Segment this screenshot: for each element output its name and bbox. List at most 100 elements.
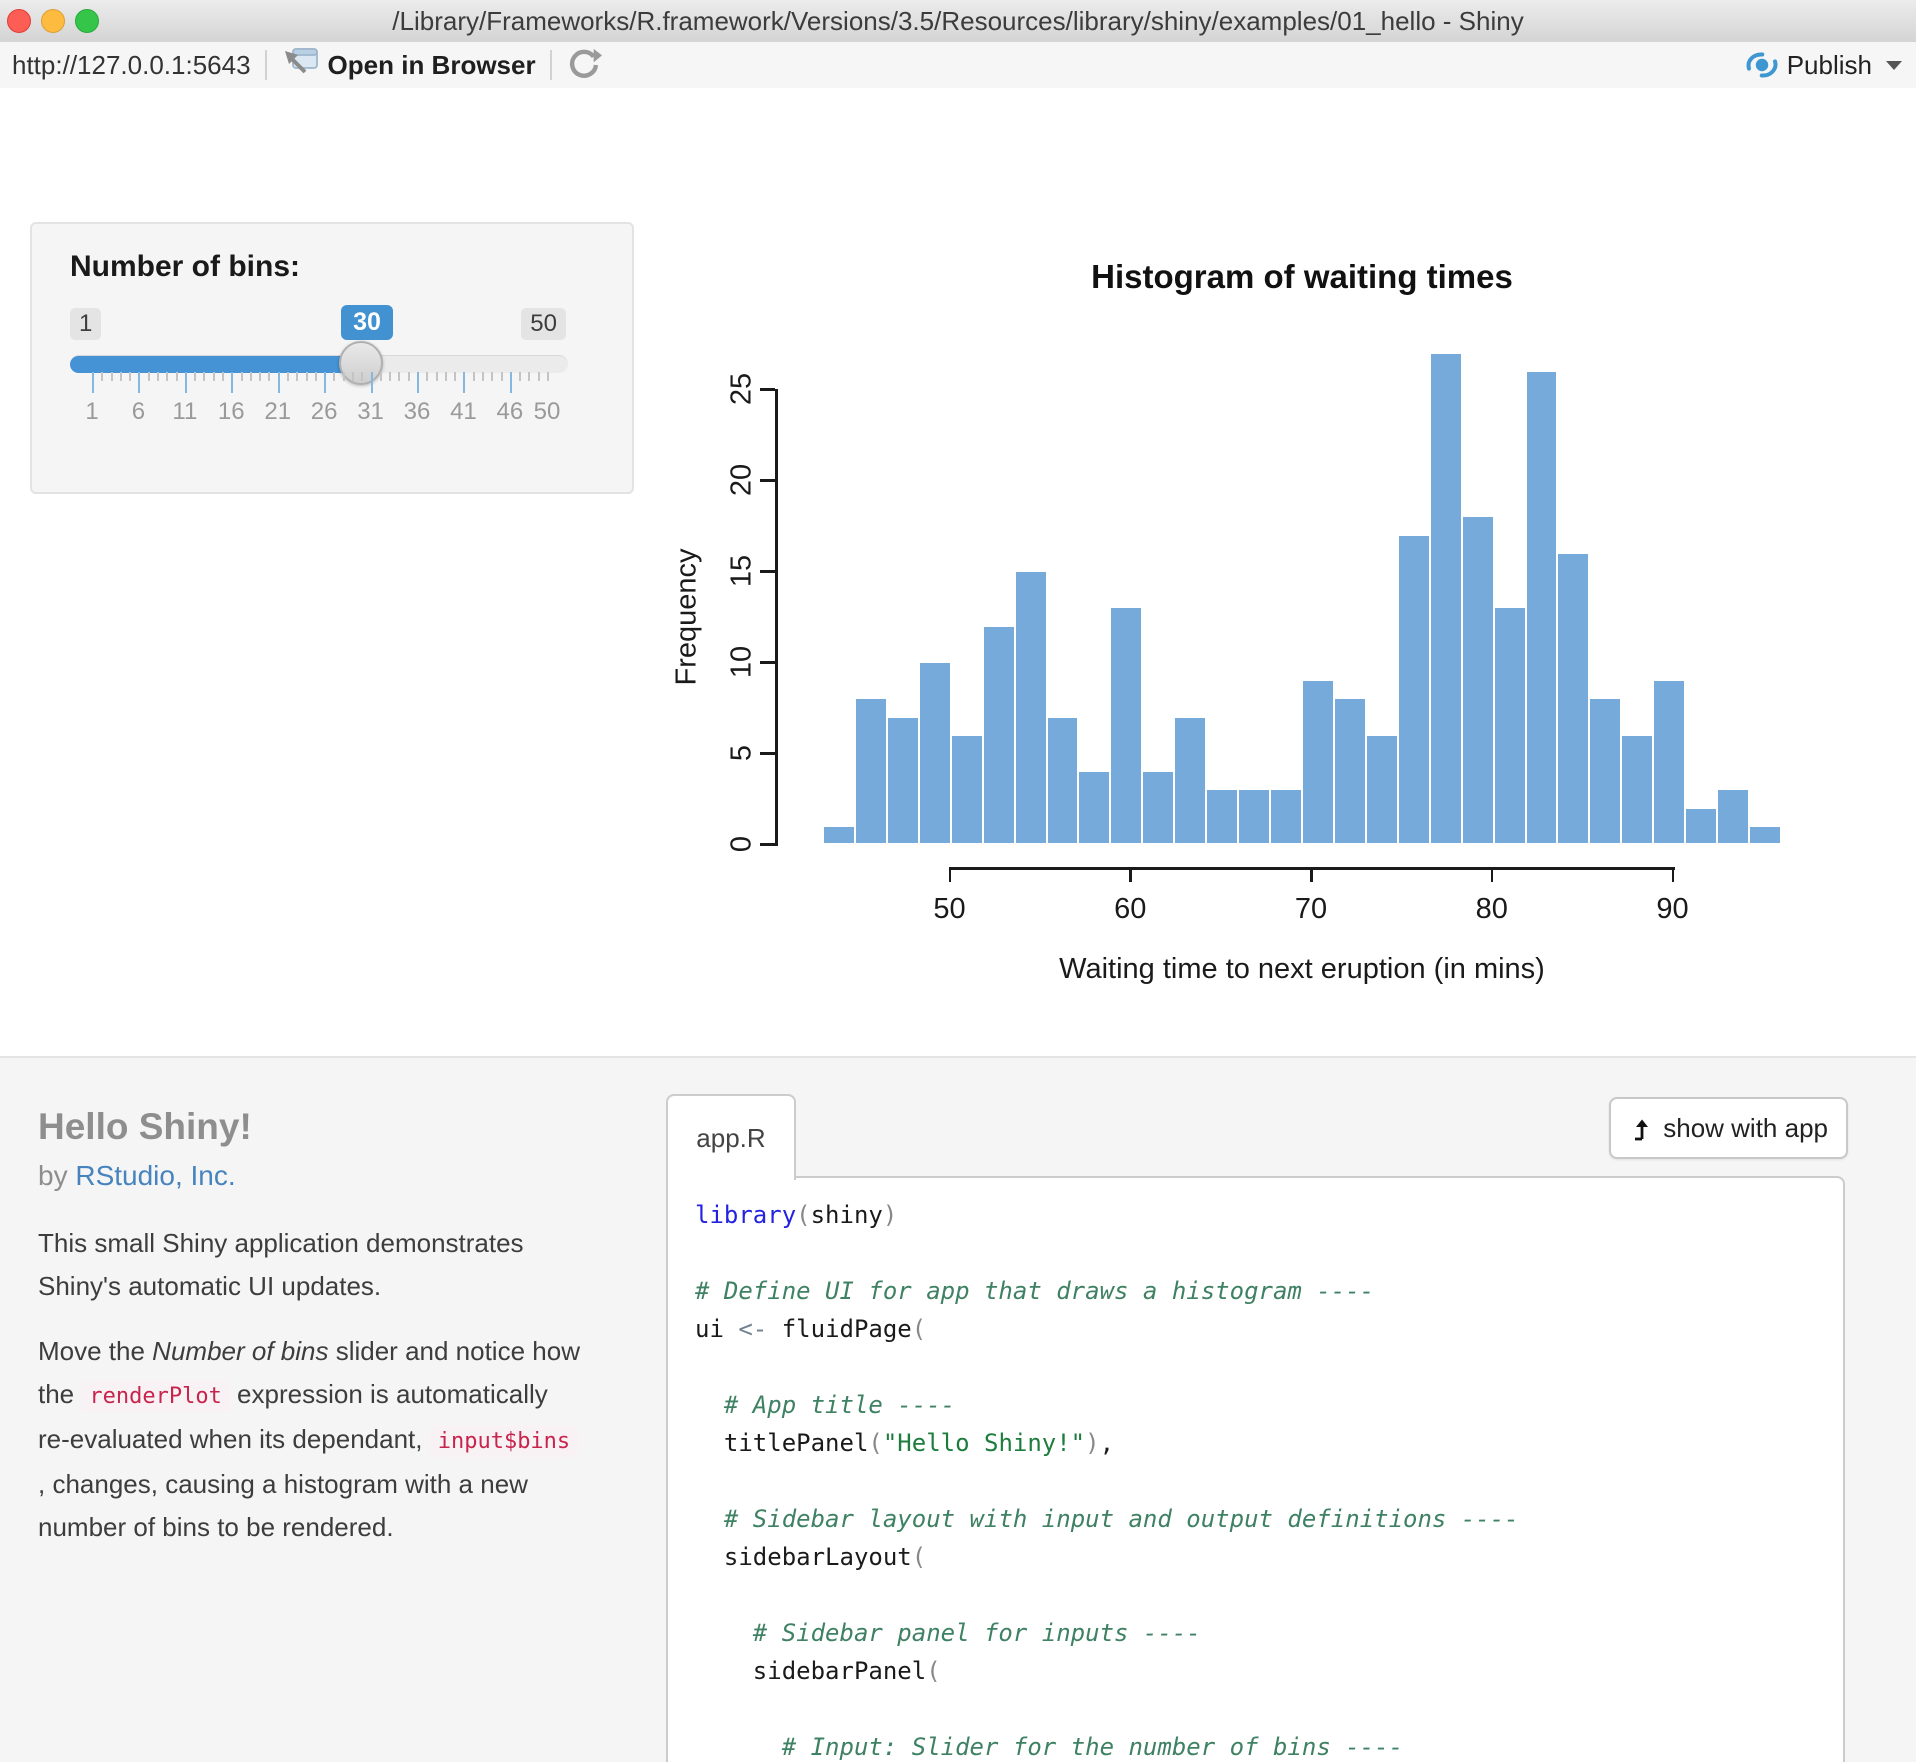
tab-app-r[interactable]: app.R (666, 1094, 796, 1180)
show-with-app-label: show with app (1663, 1112, 1828, 1143)
slider-tick-label: 46 (496, 398, 524, 425)
byline-prefix: by (38, 1160, 76, 1191)
slider-tick (324, 372, 327, 393)
slider-tick (129, 372, 132, 381)
slider-tick-label: 1 (85, 398, 99, 425)
toolbar-separator (264, 50, 267, 80)
slider-tick (352, 372, 354, 381)
publish-icon (1745, 48, 1779, 82)
slider-tick (296, 372, 299, 381)
slider-tick (361, 372, 364, 381)
slider-value-label: 30 (341, 305, 393, 340)
slider-tick (379, 372, 382, 381)
slider-filled-track (70, 356, 361, 373)
publish-dropdown-caret-icon[interactable] (1886, 60, 1902, 70)
slider-tick (119, 372, 122, 381)
code-token-cm: # App title ---- (723, 1391, 956, 1419)
slider-tick (157, 372, 159, 381)
code-token-p: ) (1085, 1429, 1100, 1457)
slider-tick (305, 372, 308, 381)
slider-tick (259, 372, 262, 381)
code-token-pl: , (1099, 1429, 1115, 1457)
slider-tick (184, 372, 187, 393)
slider-label: Number of bins: (70, 250, 300, 283)
code-token-p: ( (911, 1543, 927, 1571)
refresh-icon[interactable] (566, 47, 602, 83)
slider-track[interactable] (70, 355, 568, 373)
slider-tick (268, 372, 271, 381)
slider-tick-grid: 1 6 11 16 21 26 31 36 41 46 50 (85, 372, 560, 442)
code-token-p: ( (911, 1315, 927, 1343)
slider-tick (454, 372, 457, 381)
slider-tick (435, 372, 438, 381)
code-token-p: ( (796, 1201, 811, 1229)
slider-tick (212, 372, 215, 381)
code-line: # App title ---- (695, 1386, 1843, 1424)
slider-tick (92, 372, 94, 393)
slider-tick (463, 372, 466, 393)
slider-tick (277, 372, 280, 393)
code-line: # Input: Slider for the number of bins -… (695, 1728, 1843, 1762)
slider-tick (370, 372, 373, 393)
slider-tick (240, 372, 243, 381)
slider-tick (500, 372, 503, 381)
slider-tick (519, 372, 522, 381)
slider-tick-label: 21 (264, 398, 292, 425)
description-paragraph: This small Shiny application demonstrate… (38, 1228, 524, 1301)
slider-tick (342, 372, 345, 381)
paragraph-text: , changes, causing a histogram with a ne… (38, 1469, 528, 1542)
publish-button[interactable]: Publish (1745, 42, 1902, 88)
slider-tick (110, 372, 113, 381)
code-token-p: ( (868, 1429, 883, 1457)
slider-tick-label: 11 (172, 398, 198, 425)
slider-tick-label: 41 (450, 398, 477, 425)
code-line: titlePanel("Hello Shiny!"), (695, 1424, 1843, 1462)
slider-tick (407, 372, 410, 381)
code-line: # Sidebar panel for inputs ---- (695, 1614, 1843, 1652)
code-token-pl: titlePanel (695, 1429, 869, 1457)
code-line: sidebarLayout( (695, 1538, 1843, 1576)
slider-max-label: 50 (521, 308, 566, 340)
slider-tick (147, 372, 150, 381)
code-token-cm: # Define UI for app that draws a histogr… (695, 1277, 1375, 1305)
code-token-pl: shiny (810, 1201, 883, 1229)
slider-tick (138, 372, 141, 393)
code-token-pl: ui (695, 1315, 739, 1343)
description-paragraph: Move the Number of bins slider and notic… (38, 1330, 586, 1549)
code-token-op: <- (738, 1315, 768, 1343)
code-token-p: ) (882, 1201, 898, 1229)
url-text: http://127.0.0.1:5643 (12, 49, 251, 80)
slider-tick (287, 372, 289, 381)
paragraph-text: Move the (38, 1336, 153, 1366)
slider-tick-label: 50 (533, 398, 561, 425)
slider-tick (249, 372, 252, 381)
showcase-title: Hello Shiny! (38, 1106, 252, 1147)
author-link[interactable]: RStudio, Inc. (75, 1160, 235, 1191)
slider-tick (231, 372, 234, 393)
viewer-toolbar: http://127.0.0.1:5643 Open in Browser Pu… (0, 42, 1916, 89)
show-with-app-button[interactable]: show with app (1609, 1097, 1848, 1159)
code-token-st: "Hello Shiny!" (882, 1429, 1086, 1457)
open-in-browser-button[interactable]: Open in Browser (281, 46, 536, 85)
slider-tick (426, 372, 429, 381)
slider-tick (194, 372, 197, 381)
inline-code: input$bins (429, 1426, 579, 1457)
window-titlebar: /Library/Frameworks/R.framework/Versions… (0, 0, 1916, 43)
slider-tick (537, 372, 540, 381)
toolbar-separator (549, 50, 552, 80)
slider-tick (491, 372, 494, 381)
emphasis-text: Number of bins (152, 1336, 329, 1366)
slider-tick (166, 372, 169, 381)
slider-tick-label: 16 (217, 398, 245, 425)
slider-tick (528, 372, 531, 381)
slider-tick (444, 372, 447, 381)
code-line: # Sidebar layout with input and output d… (695, 1500, 1843, 1538)
code-token-pl: sidebarLayout (695, 1543, 912, 1571)
code-token-pl: fluidPage (767, 1315, 912, 1343)
slider-tick (509, 372, 512, 393)
